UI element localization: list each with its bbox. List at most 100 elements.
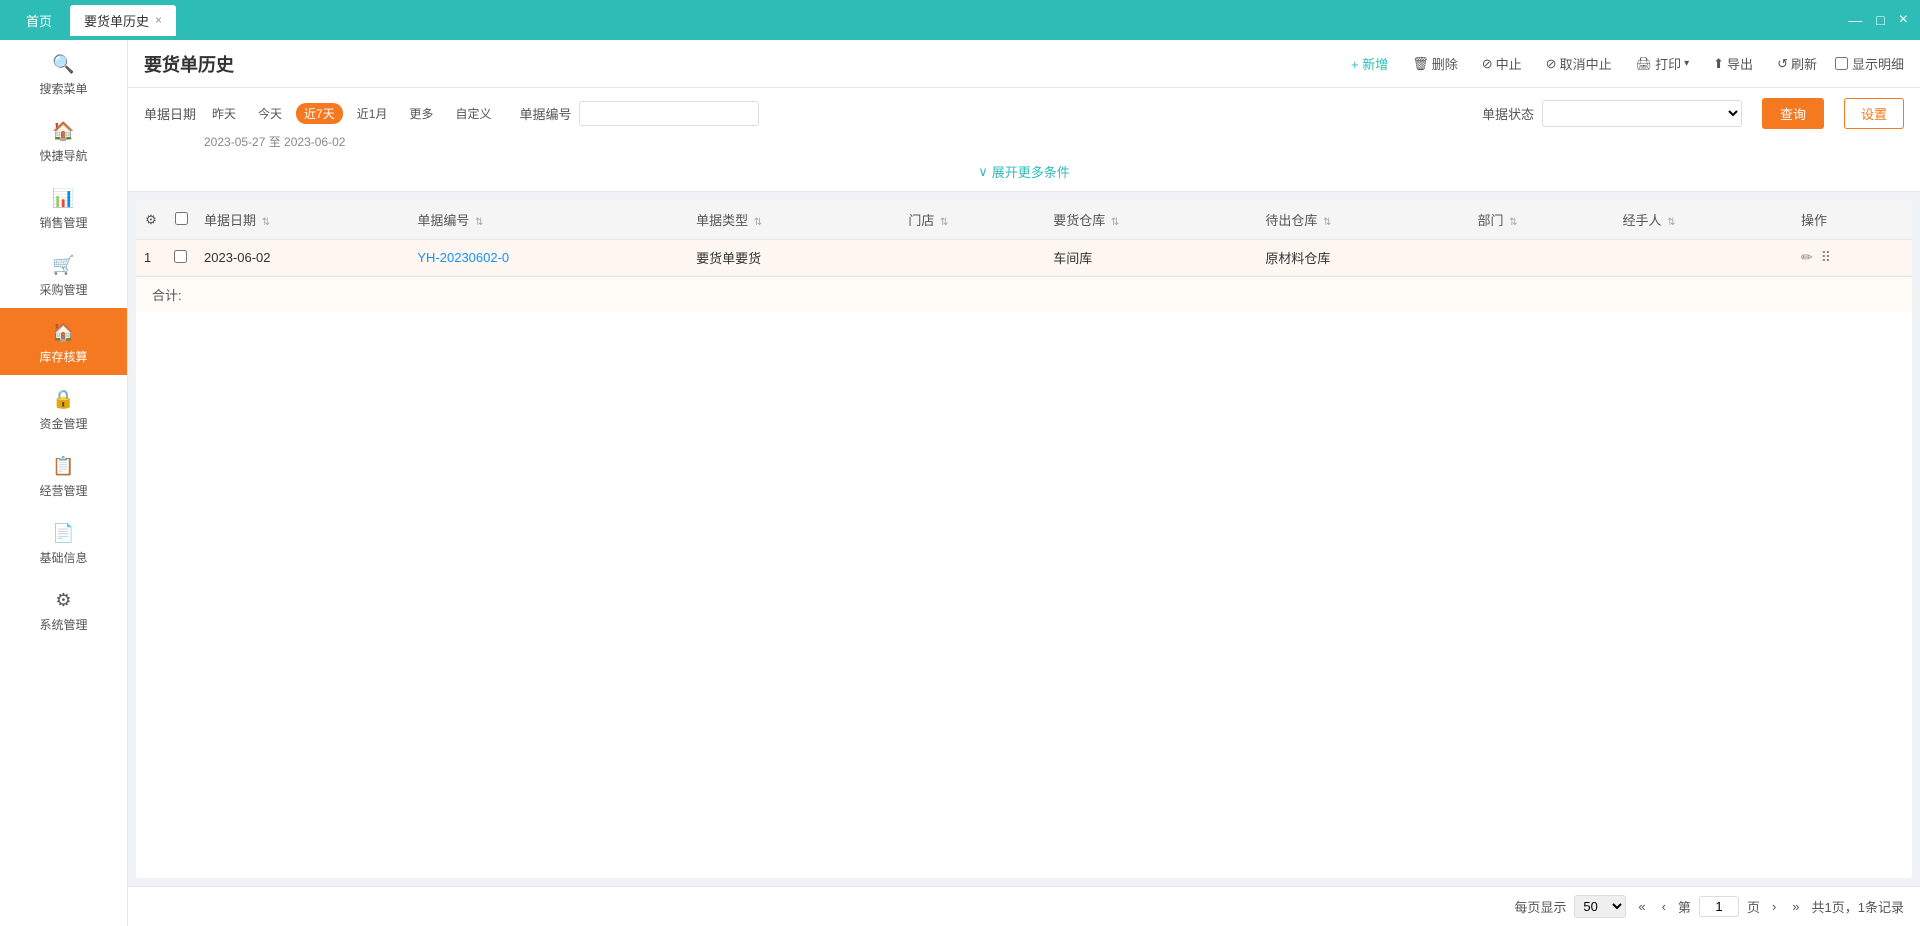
sort-doc-number-icon: ⇅ (475, 217, 483, 228)
sidebar-label-basic: 基础信息 (39, 549, 87, 566)
expand-icon: ∨ (978, 164, 988, 180)
delete-icon: 🗑 (1412, 56, 1429, 72)
main-layout: 🔍 搜索菜单 🏠 快捷导航 📊 销售管理 🛒 采购管理 🏠 库存核算 🔒 资金管… (0, 40, 1920, 926)
active-tab[interactable]: 要货单历史 × (70, 5, 176, 36)
top-bar: 首页 要货单历史 × — □ × (0, 0, 1920, 40)
last7days-btn[interactable]: 近7天 (296, 103, 343, 124)
sales-icon: 📊 (52, 188, 74, 209)
system-icon: ⚙ (55, 590, 71, 611)
col-doc-date[interactable]: 单据日期 ⇅ (196, 200, 409, 240)
filter-doc-status: 单据状态 (1482, 100, 1742, 127)
page-header: 要货单历史 + 新增 🗑 删除 ⊘ 中止 ⊘ 取消中止 🖨 打印 (128, 40, 1920, 88)
window-controls: — □ × (1848, 11, 1908, 29)
doc-number-label: 单据编号 (519, 104, 571, 123)
sidebar-item-purchase[interactable]: 🛒 采购管理 (0, 241, 127, 308)
sidebar-item-basic[interactable]: 📄 基础信息 (0, 509, 127, 576)
maximize-icon[interactable]: □ (1876, 12, 1884, 28)
print-dropdown-icon: ▾ (1684, 58, 1689, 69)
doc-number-link[interactable]: YH-20230602-0 (417, 250, 509, 265)
more-btn[interactable]: 更多 (401, 103, 441, 124)
yesterday-btn[interactable]: 昨天 (204, 103, 244, 124)
sidebar-label-system: 系统管理 (39, 616, 87, 633)
row-store (900, 240, 1045, 276)
sidebar-item-operations[interactable]: 📋 经营管理 (0, 442, 127, 509)
sidebar-label-purchase: 采购管理 (39, 281, 87, 298)
show-detail-toggle[interactable]: 显示明细 (1835, 54, 1904, 73)
select-all-checkbox[interactable] (175, 212, 188, 225)
col-doc-type[interactable]: 单据类型 ⇅ (688, 200, 900, 240)
active-tab-label: 要货单历史 (84, 11, 149, 30)
sidebar-label-finance: 资金管理 (39, 415, 87, 432)
refresh-button[interactable]: ↺ 刷新 (1771, 50, 1823, 77)
stop-button[interactable]: ⊘ 中止 (1476, 50, 1528, 77)
export-button[interactable]: ⬆ 导出 (1707, 50, 1759, 77)
filter-row-1: 单据日期 昨天 今天 近7天 近1月 更多 自定义 单据编号 (144, 98, 1904, 129)
new-button[interactable]: + 新增 (1345, 50, 1394, 77)
doc-number-input[interactable] (579, 101, 759, 126)
cancel-stop-icon: ⊘ (1546, 56, 1557, 72)
edit-action-icon[interactable]: ✏ (1801, 249, 1813, 266)
col-req-warehouse[interactable]: 要货仓库 ⇅ (1045, 200, 1257, 240)
page-size-select[interactable]: 50 10 20 100 (1574, 895, 1626, 918)
show-detail-checkbox[interactable] (1835, 57, 1848, 70)
prev-page-btn[interactable]: ‹ (1658, 897, 1670, 916)
refresh-icon: ↺ (1777, 56, 1788, 72)
page-number-input[interactable] (1699, 896, 1739, 917)
col-department[interactable]: 部门 ⇅ (1470, 200, 1615, 240)
quick-nav-icon: 🏠 (52, 121, 74, 142)
stop-icon: ⊘ (1482, 56, 1493, 72)
col-settings[interactable]: ⚙ (136, 200, 166, 240)
query-button[interactable]: 查询 (1762, 98, 1824, 129)
sort-handler-icon: ⇅ (1667, 217, 1675, 228)
custom-btn[interactable]: 自定义 (447, 103, 499, 124)
doc-date-label: 单据日期 (144, 104, 196, 123)
sidebar-item-inventory[interactable]: 🏠 库存核算 (0, 308, 127, 375)
last-page-btn[interactable]: » (1788, 897, 1803, 916)
filter-date-range-display: 2023-05-27 至 2023-06-02 (144, 133, 1904, 150)
home-tab[interactable]: 首页 (12, 5, 66, 36)
doc-status-label: 单据状态 (1482, 104, 1534, 123)
sort-doc-type-icon: ⇅ (754, 217, 762, 228)
expand-filter-btn[interactable]: ∨ 展开更多条件 (978, 162, 1070, 181)
row-doc-type: 要货单要货 (688, 240, 900, 276)
sidebar-item-finance[interactable]: 🔒 资金管理 (0, 375, 127, 442)
last1month-btn[interactable]: 近1月 (349, 103, 396, 124)
col-handler[interactable]: 经手人 ⇅ (1614, 200, 1793, 240)
col-doc-number[interactable]: 单据编号 ⇅ (409, 200, 688, 240)
next-page-btn[interactable]: › (1768, 897, 1780, 916)
more-action-icon[interactable]: ⠿ (1821, 249, 1831, 266)
page-suffix: 页 (1747, 897, 1760, 916)
sidebar-item-search[interactable]: 🔍 搜索菜单 (0, 40, 127, 107)
operations-icon: 📋 (52, 456, 74, 477)
page-label: 第 (1678, 897, 1691, 916)
setting-button[interactable]: 设置 (1844, 98, 1904, 129)
filter-area: 单据日期 昨天 今天 近7天 近1月 更多 自定义 单据编号 (128, 88, 1920, 192)
delete-button[interactable]: 🗑 删除 (1406, 50, 1464, 77)
table-footer: 合计: (136, 276, 1912, 312)
search-menu-icon: 🔍 (52, 54, 74, 75)
row-checkbox (166, 240, 196, 276)
first-page-btn[interactable]: « (1634, 897, 1649, 916)
col-store[interactable]: 门店 ⇅ (900, 200, 1045, 240)
sidebar-item-system[interactable]: ⚙ 系统管理 (0, 576, 127, 643)
table-row: 1 2023-06-02 YH-20230602-0 要货单要货 车间库 原材料… (136, 240, 1912, 276)
doc-status-select[interactable] (1542, 100, 1742, 127)
sidebar-item-quicknav[interactable]: 🏠 快捷导航 (0, 107, 127, 174)
sidebar-item-sales[interactable]: 📊 销售管理 (0, 174, 127, 241)
cancel-stop-button[interactable]: ⊘ 取消中止 (1540, 50, 1618, 77)
inventory-icon: 🏠 (52, 322, 74, 343)
sort-department-icon: ⇅ (1509, 217, 1517, 228)
close-tab-icon[interactable]: × (155, 13, 162, 27)
row-doc-date: 2023-06-02 (196, 240, 409, 276)
close-icon[interactable]: × (1899, 11, 1908, 29)
data-table: ⚙ 单据日期 ⇅ 单据编号 ⇅ 单据类型 (136, 200, 1912, 276)
today-btn[interactable]: 今天 (250, 103, 290, 124)
row-pending-warehouse: 原材料仓库 (1257, 240, 1469, 276)
row-req-warehouse: 车间库 (1045, 240, 1257, 276)
minimize-icon[interactable]: — (1848, 12, 1862, 28)
print-button[interactable]: 🖨 打印 ▾ (1630, 50, 1696, 77)
pagination: 每页显示 50 10 20 100 « ‹ 第 页 › » 共1页，1条记录 (128, 886, 1920, 926)
col-pending-warehouse[interactable]: 待出仓库 ⇅ (1257, 200, 1469, 240)
row-select-checkbox[interactable] (174, 250, 187, 263)
sidebar-label-inventory: 库存核算 (39, 348, 87, 365)
